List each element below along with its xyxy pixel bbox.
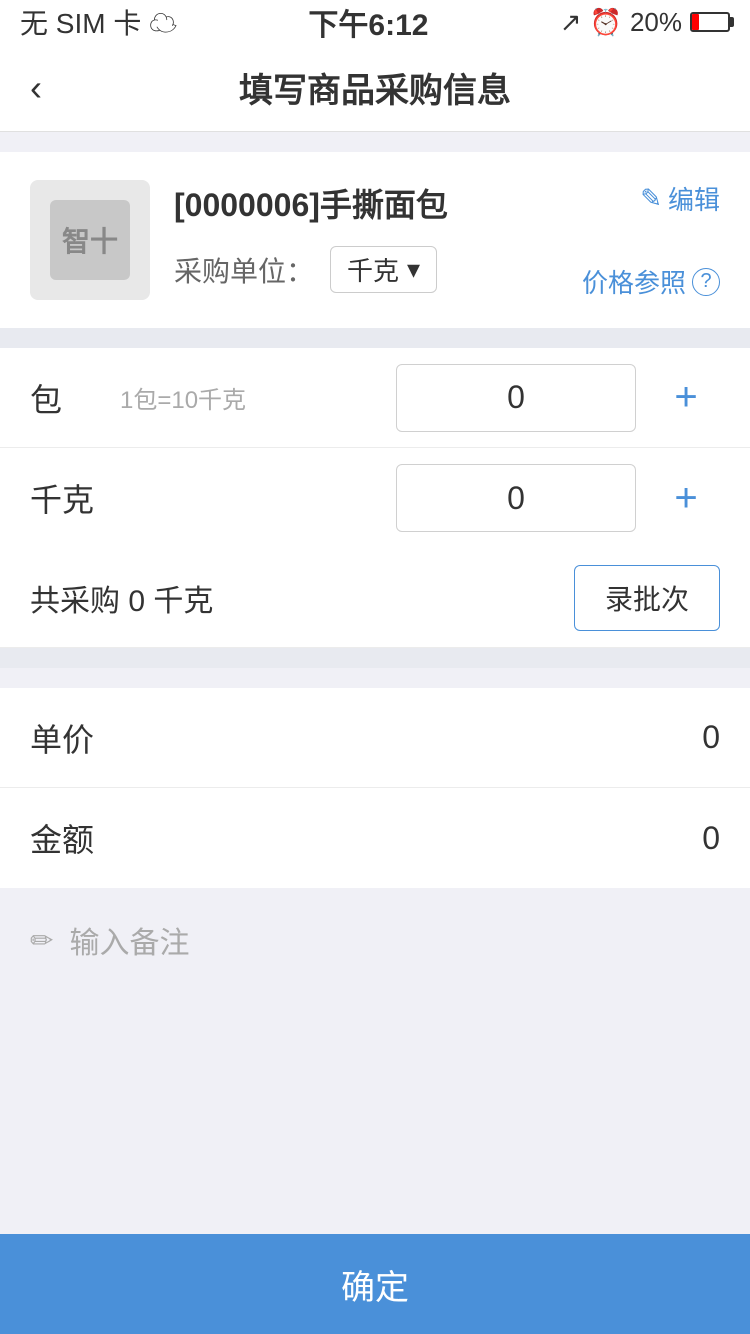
total-label: 共采购 0 千克 <box>30 576 574 620</box>
unit-dropdown[interactable]: 千克 ▾ <box>330 246 437 293</box>
status-time: 下午6:12 <box>308 0 428 44</box>
status-bar: 无 SIM 卡 ☁ 下午6:12 ↗ ⏰ 20% <box>0 0 750 44</box>
unit-price-row: 单价 0 <box>0 688 750 788</box>
kg-plus-button[interactable]: + <box>652 464 720 532</box>
bag-input-row: 包 1包=10千克 0 + <box>0 348 750 448</box>
confirm-label: 确定 <box>341 1260 409 1309</box>
unit-value: 千克 <box>347 251 399 288</box>
product-name: [0000006]手撕面包 <box>174 180 720 226</box>
confirm-button[interactable]: 确定 <box>0 1234 750 1334</box>
record-batch-button[interactable]: 录批次 <box>574 565 720 631</box>
unit-prefix: 采购单位： <box>174 250 314 290</box>
bag-label: 包 <box>30 375 110 421</box>
sim-label: 无 SIM 卡 ☁ <box>20 2 177 42</box>
pencil-icon: ✏ <box>30 924 53 957</box>
price-section: 单价 0 金额 0 <box>0 688 750 888</box>
page-title: 填写商品采购信息 <box>239 63 511 112</box>
bag-value-display[interactable]: 0 <box>396 364 636 432</box>
total-row: 共采购 0 千克 录批次 <box>0 548 750 648</box>
alarm-icon: ⏰ <box>590 7 622 38</box>
bag-plus-button[interactable]: + <box>652 364 720 432</box>
kg-value-display[interactable]: 0 <box>396 464 636 532</box>
product-card: 智十 [0000006]手撕面包 采购单位： 千克 ▾ ✎ 编辑 价格参照 ? <box>0 152 750 328</box>
product-thumb-label: 智十 <box>50 200 130 280</box>
edit-label: 编辑 <box>668 180 720 217</box>
quantity-input-section: 包 1包=10千克 0 + 千克 0 + <box>0 348 750 548</box>
kg-label: 千克 <box>30 475 110 521</box>
location-icon: ↗ <box>560 7 582 38</box>
price-ref-label: 价格参照 <box>582 263 686 300</box>
amount-label: 金额 <box>30 815 702 861</box>
amount-value: 0 <box>702 820 720 857</box>
unit-price-value: 0 <box>702 719 720 756</box>
help-icon: ? <box>692 268 720 296</box>
price-reference-button[interactable]: 价格参照 ? <box>582 263 720 300</box>
status-right: ↗ ⏰ 20% <box>560 7 730 38</box>
battery-percent: 20% <box>630 7 682 38</box>
status-left: 无 SIM 卡 ☁ <box>20 2 177 42</box>
section-divider-2 <box>0 648 750 668</box>
edit-button[interactable]: ✎ 编辑 <box>640 180 720 217</box>
bag-sublabel: 1包=10千克 <box>120 380 246 415</box>
unit-price-label: 单价 <box>30 715 702 761</box>
notes-input-area[interactable]: ✏ 输入备注 <box>30 918 720 962</box>
nav-bar: ‹ 填写商品采购信息 <box>0 44 750 132</box>
chevron-down-icon: ▾ <box>407 254 420 285</box>
notes-placeholder: 输入备注 <box>69 918 189 962</box>
notes-section: ✏ 输入备注 <box>0 888 750 1188</box>
product-thumbnail: 智十 <box>30 180 150 300</box>
section-divider-1 <box>0 328 750 348</box>
battery-icon <box>690 12 730 32</box>
edit-icon: ✎ <box>640 183 662 214</box>
back-button[interactable]: ‹ <box>30 67 42 109</box>
amount-row: 金额 0 <box>0 788 750 888</box>
kg-input-row: 千克 0 + <box>0 448 750 548</box>
